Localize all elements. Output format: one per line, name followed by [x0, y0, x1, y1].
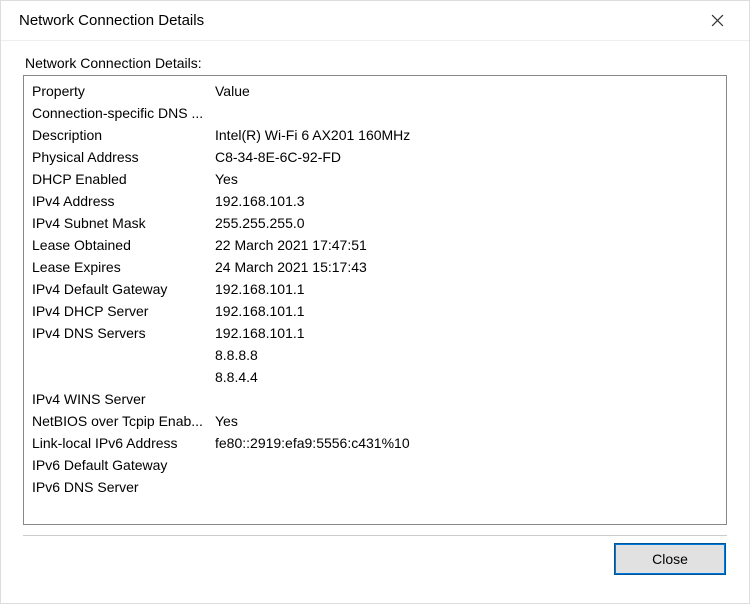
value-cell: 192.168.101.1: [215, 278, 718, 300]
property-cell: IPv4 DHCP Server: [32, 300, 215, 322]
section-label: Network Connection Details:: [23, 55, 727, 71]
table-row[interactable]: IPv4 WINS Server: [32, 388, 718, 410]
table-row[interactable]: Link-local IPv6 Addressfe80::2919:efa9:5…: [32, 432, 718, 454]
table-row[interactable]: Physical AddressC8-34-8E-6C-92-FD: [32, 146, 718, 168]
value-cell: fe80::2919:efa9:5556:c431%10: [215, 432, 718, 454]
value-cell: 22 March 2021 17:47:51: [215, 234, 718, 256]
property-cell: Lease Obtained: [32, 234, 215, 256]
property-cell: [32, 366, 215, 388]
value-cell: 24 March 2021 15:17:43: [215, 256, 718, 278]
table-row[interactable]: NetBIOS over Tcpip Enab...Yes: [32, 410, 718, 432]
table-row[interactable]: 8.8.8.8: [32, 344, 718, 366]
value-cell: [215, 454, 718, 476]
table-row[interactable]: 8.8.4.4: [32, 366, 718, 388]
table-row[interactable]: IPv6 DNS Server: [32, 476, 718, 498]
table-row[interactable]: Lease Obtained22 March 2021 17:47:51: [32, 234, 718, 256]
table-row[interactable]: IPv4 DNS Servers192.168.101.1: [32, 322, 718, 344]
value-cell: [215, 102, 718, 124]
dialog-content: Network Connection Details: Property Val…: [1, 41, 749, 603]
value-cell: [215, 476, 718, 498]
property-cell: IPv6 Default Gateway: [32, 454, 215, 476]
close-button[interactable]: Close: [615, 544, 725, 574]
value-cell: [215, 388, 718, 410]
value-cell: 192.168.101.3: [215, 190, 718, 212]
property-cell: IPv4 Subnet Mask: [32, 212, 215, 234]
property-cell: IPv4 WINS Server: [32, 388, 215, 410]
property-cell: Description: [32, 124, 215, 146]
window-title: Network Connection Details: [19, 12, 697, 29]
close-icon: [711, 14, 724, 27]
value-cell: Yes: [215, 168, 718, 190]
value-cell: 192.168.101.1: [215, 322, 718, 344]
table-row[interactable]: IPv4 DHCP Server192.168.101.1: [32, 300, 718, 322]
header-row: Property Value: [32, 80, 718, 102]
details-inner: Property Value Connection-specific DNS .…: [24, 76, 726, 506]
property-cell: IPv6 DNS Server: [32, 476, 215, 498]
header-property: Property: [32, 80, 215, 102]
value-cell: 8.8.4.4: [215, 366, 718, 388]
table-row[interactable]: Connection-specific DNS ...: [32, 102, 718, 124]
property-cell: Physical Address: [32, 146, 215, 168]
table-row[interactable]: IPv4 Subnet Mask255.255.255.0: [32, 212, 718, 234]
table-row[interactable]: DescriptionIntel(R) Wi-Fi 6 AX201 160MHz: [32, 124, 718, 146]
value-cell: Yes: [215, 410, 718, 432]
button-row: Close: [23, 544, 727, 578]
value-cell: 255.255.255.0: [215, 212, 718, 234]
property-cell: NetBIOS over Tcpip Enab...: [32, 410, 215, 432]
property-cell: IPv4 Default Gateway: [32, 278, 215, 300]
property-cell: Link-local IPv6 Address: [32, 432, 215, 454]
property-cell: Lease Expires: [32, 256, 215, 278]
value-cell: Intel(R) Wi-Fi 6 AX201 160MHz: [215, 124, 718, 146]
titlebar: Network Connection Details: [1, 1, 749, 41]
table-row[interactable]: DHCP EnabledYes: [32, 168, 718, 190]
value-cell: C8-34-8E-6C-92-FD: [215, 146, 718, 168]
titlebar-close-button[interactable]: [697, 5, 737, 37]
details-listview[interactable]: Property Value Connection-specific DNS .…: [23, 75, 727, 525]
dialog-window: Network Connection Details Network Conne…: [0, 0, 750, 604]
property-cell: IPv4 Address: [32, 190, 215, 212]
table-row[interactable]: Lease Expires24 March 2021 15:17:43: [32, 256, 718, 278]
property-cell: Connection-specific DNS ...: [32, 102, 215, 124]
separator: [23, 535, 727, 536]
table-row[interactable]: IPv4 Address192.168.101.3: [32, 190, 718, 212]
property-cell: IPv4 DNS Servers: [32, 322, 215, 344]
table-row[interactable]: IPv6 Default Gateway: [32, 454, 718, 476]
table-row[interactable]: IPv4 Default Gateway192.168.101.1: [32, 278, 718, 300]
property-cell: DHCP Enabled: [32, 168, 215, 190]
value-cell: 8.8.8.8: [215, 344, 718, 366]
header-value: Value: [215, 80, 718, 102]
value-cell: 192.168.101.1: [215, 300, 718, 322]
property-cell: [32, 344, 215, 366]
